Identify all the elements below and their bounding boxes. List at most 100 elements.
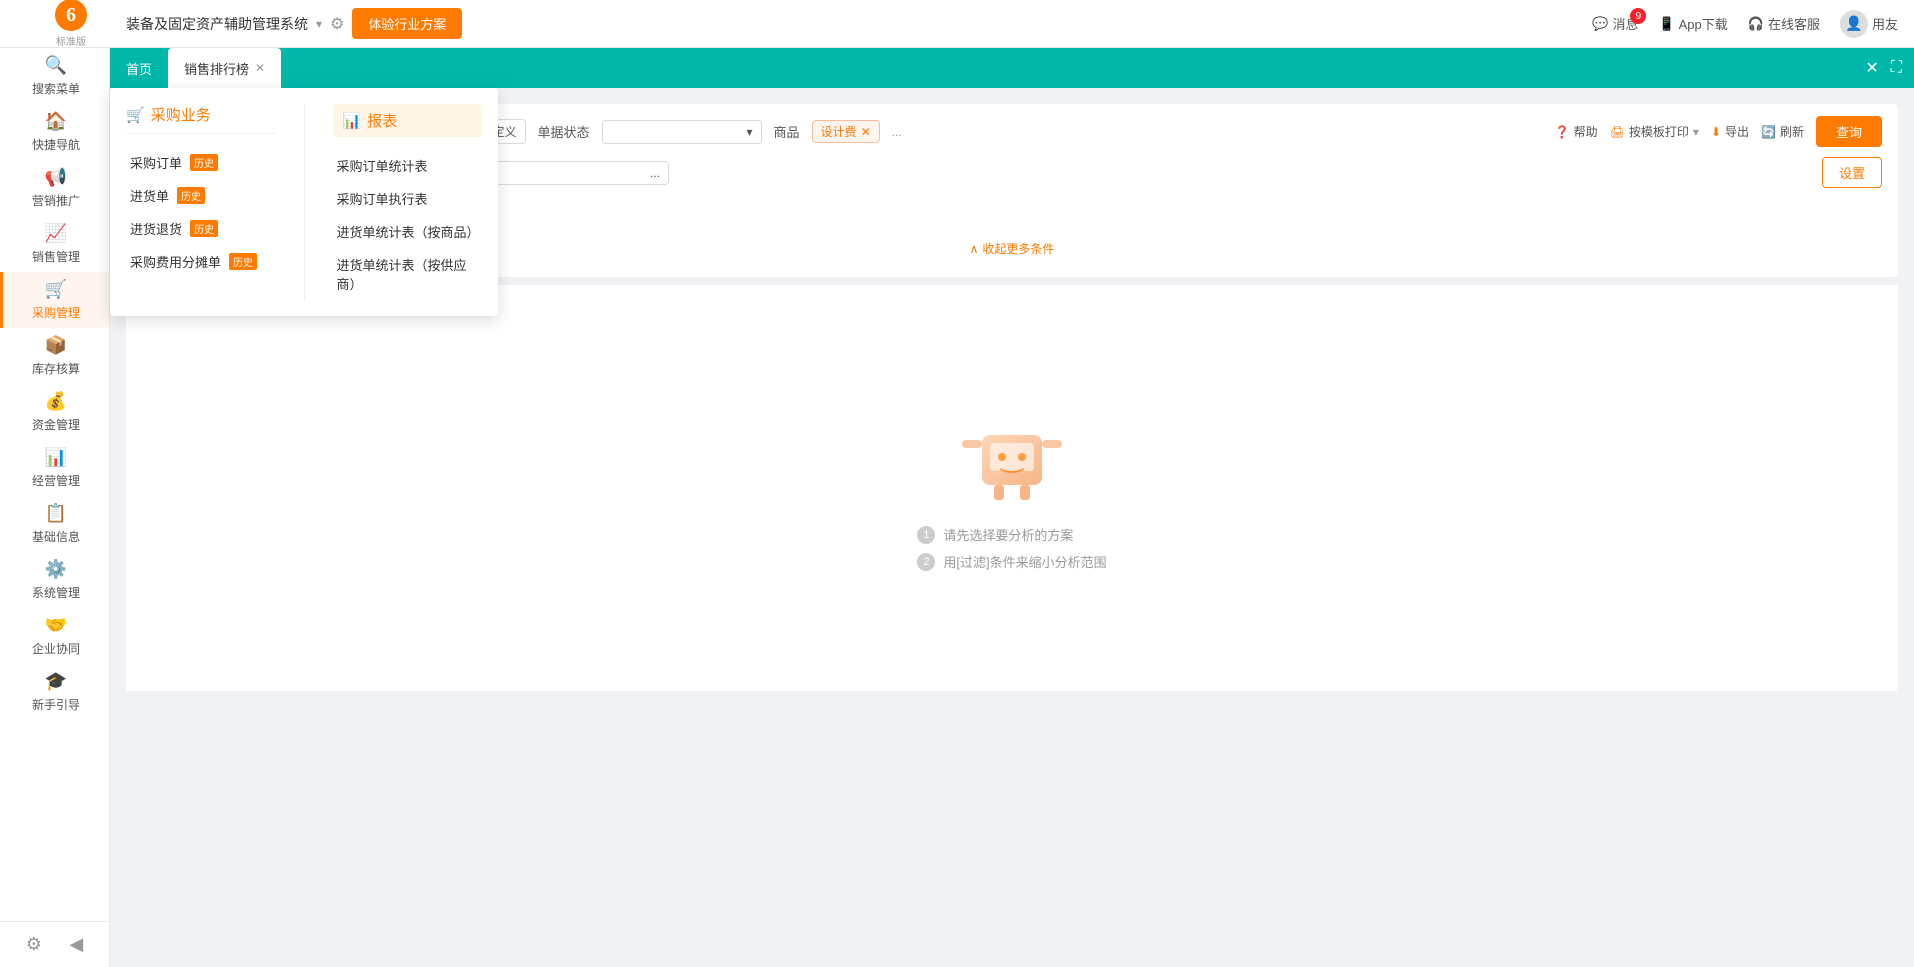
salesman-more-btn[interactable]: ... (650, 166, 660, 180)
return-badge: 历史 (190, 220, 218, 237)
sidebar-item-finance[interactable]: 💰 资金管理 (0, 384, 109, 440)
salesman-dropdown[interactable]: ... (469, 161, 669, 185)
message-badge: 9 (1630, 8, 1646, 24)
tab-close-all-icon[interactable]: ✕ (1861, 54, 1882, 82)
menu-item-po-exec[interactable]: 采购订单执行表 (333, 182, 483, 215)
tab-sales-ranking[interactable]: 销售排行榜 ✕ (168, 48, 281, 88)
basic-icon: 📋 (45, 503, 67, 524)
sidebar-item-purchase[interactable]: 🛒 采购管理 (0, 272, 109, 328)
logo-icon: 6 (55, 0, 87, 31)
avatar: 👤 (1840, 10, 1868, 38)
operation-icon: 📊 (45, 447, 67, 468)
user-btn[interactable]: 👤 用友 (1840, 10, 1898, 38)
system-title: 装备及固定资产辅助管理系统 (126, 14, 308, 34)
dropdown-menu: 🛒 采购业务 采购订单 历史 进货单 历史 进货退货 历史 采购费用分摊单 历史… (110, 88, 498, 316)
message-icon: 💬 (1592, 16, 1608, 32)
help-btn[interactable]: ❓ 帮助 (1555, 123, 1598, 140)
goods-more-btn[interactable]: ... (892, 125, 902, 139)
sidebar-item-marketing[interactable]: 📢 营销推广 (0, 160, 109, 216)
sidebar-item-operation[interactable]: 📊 经营管理 (0, 440, 109, 496)
chevron-down-icon[interactable]: ▾ (316, 17, 322, 31)
sidebar-item-collab[interactable]: 🤝 企业协同 (0, 608, 109, 664)
top-bar: 6 标准版 装备及固定资产辅助管理系统 ▾ ⚙ 体验行业方案 💬 消息 9 📱 … (0, 0, 1914, 48)
tip-num-1: 1 (917, 526, 935, 544)
menu-item-receipt-stat-supplier[interactable]: 进货单统计表（按供应商） (333, 248, 483, 300)
export-btn[interactable]: ⬇ 导出 (1711, 123, 1749, 140)
print-chevron-icon: ▾ (1693, 125, 1699, 139)
tab-bar-controls: ✕ ⛶ (1861, 54, 1914, 82)
collapse-icon: ∧ (970, 242, 979, 256)
print-btn[interactable]: 🖨 按模板打印 ▾ (1610, 123, 1699, 140)
sales-icon: 📈 (45, 223, 67, 244)
guide-icon: 🎓 (45, 671, 67, 692)
search-icon: 🔍 (45, 55, 67, 76)
export-icon: ⬇ (1711, 125, 1721, 139)
refresh-icon: 🔄 (1761, 125, 1776, 139)
sidebar-item-sales[interactable]: 📈 销售管理 (0, 216, 109, 272)
headset-icon: 🎧 (1748, 16, 1764, 32)
purchase-section: 🛒 采购业务 采购订单 历史 进货单 历史 进货退货 历史 采购费用分摊单 历史 (126, 104, 276, 300)
goods-tag-close[interactable]: ✕ (861, 125, 871, 139)
reports-icon: 📊 (343, 112, 362, 130)
tab-bar: 首页 销售排行榜 ✕ ✕ ⛶ (110, 48, 1914, 88)
gear-icon[interactable]: ⚙ (330, 14, 344, 34)
menu-item-po-stat[interactable]: 采购订单统计表 (333, 149, 483, 182)
logo-area: 6 标准版 (16, 0, 126, 48)
empty-illustration (952, 405, 1072, 505)
finance-icon: 💰 (45, 391, 67, 412)
phone-icon: 📱 (1658, 16, 1674, 32)
toolbar-right: ❓ 帮助 🖨 按模板打印 ▾ ⬇ 导出 🔄 刷新 (1555, 116, 1882, 147)
message-btn[interactable]: 💬 消息 9 (1592, 14, 1638, 33)
sidebar-bottom: ⚙ ◀ (0, 921, 109, 967)
system-icon: ⚙️ (45, 559, 67, 580)
query-button[interactable]: 查询 (1816, 116, 1882, 147)
chevron-down-icon2: ▾ (747, 125, 753, 139)
reports-section-title: 📊 报表 (333, 104, 483, 137)
sidebar-item-search[interactable]: 🔍 搜索菜单 (0, 48, 109, 104)
print-icon: 🖨 (1610, 125, 1625, 139)
sidebar-item-nav[interactable]: 🏠 快捷导航 (0, 104, 109, 160)
industry-btn[interactable]: 体验行业方案 (352, 8, 462, 39)
reports-section: 📊 报表 采购订单统计表 采购订单执行表 进货单统计表（按商品） 进货单统计表（… (333, 104, 483, 300)
cost-badge: 历史 (229, 253, 257, 270)
tab-maximize-icon[interactable]: ⛶ (1887, 55, 1906, 81)
sidebar: 🔍 搜索菜单 🏠 快捷导航 📢 营销推广 📈 销售管理 🛒 采购管理 📦 库存核… (0, 48, 110, 967)
empty-tips: 1 请先选择要分析的方案 2 用[过滤]条件来缩小分析范围 (917, 525, 1106, 571)
sidebar-item-inventory[interactable]: 📦 库存核算 (0, 328, 109, 384)
top-right: 💬 消息 9 📱 App下载 🎧 在线客服 👤 用友 (1592, 10, 1898, 38)
purchase-section-title: 🛒 采购业务 (126, 104, 276, 134)
menu-item-return[interactable]: 进货退货 历史 (126, 212, 276, 245)
menu-divider (304, 104, 305, 300)
menu-item-receipt-stat-goods[interactable]: 进货单统计表（按商品） (333, 215, 483, 248)
goods-label: 商品 (774, 122, 800, 141)
refresh-btn[interactable]: 🔄 刷新 (1761, 123, 1804, 140)
home-icon: 🏠 (45, 111, 67, 132)
po-badge: 历史 (190, 154, 218, 171)
inventory-icon: 📦 (45, 335, 67, 356)
logo-subtitle: 标准版 (56, 33, 86, 48)
marketing-icon: 📢 (45, 167, 67, 188)
empty-state-container: 1 请先选择要分析的方案 2 用[过滤]条件来缩小分析范围 (126, 285, 1898, 691)
sidebar-item-basic[interactable]: 📋 基础信息 (0, 496, 109, 552)
app-download-btn[interactable]: 📱 App下载 (1658, 14, 1727, 33)
menu-item-cost[interactable]: 采购费用分摊单 历史 (126, 245, 276, 278)
tab-home[interactable]: 首页 (110, 48, 168, 88)
online-service-btn[interactable]: 🎧 在线客服 (1748, 14, 1820, 33)
receipt-badge: 历史 (177, 187, 205, 204)
collapse-sidebar-btn[interactable]: ◀ (69, 934, 83, 955)
sidebar-item-system[interactable]: ⚙️ 系统管理 (0, 552, 109, 608)
empty-tip-2: 2 用[过滤]条件来缩小分析范围 (917, 552, 1106, 571)
tab-close-icon[interactable]: ✕ (255, 61, 265, 75)
menu-item-receipt[interactable]: 进货单 历史 (126, 179, 276, 212)
system-title-area: 装备及固定资产辅助管理系统 ▾ ⚙ 体验行业方案 (126, 8, 1592, 39)
goods-tag: 设计费 ✕ (812, 120, 880, 143)
toolbar-right-2: 设置 (1822, 157, 1882, 188)
doc-status-dropdown[interactable]: ▾ (602, 120, 762, 144)
tip-num-2: 2 (917, 553, 935, 571)
setting-button[interactable]: 设置 (1822, 157, 1882, 188)
purchase-icon: 🛒 (45, 279, 67, 300)
settings-bottom-btn[interactable]: ⚙ (26, 934, 42, 955)
help-icon: ❓ (1555, 125, 1570, 139)
menu-item-po[interactable]: 采购订单 历史 (126, 146, 276, 179)
sidebar-item-guide[interactable]: 🎓 新手引导 (0, 664, 109, 720)
